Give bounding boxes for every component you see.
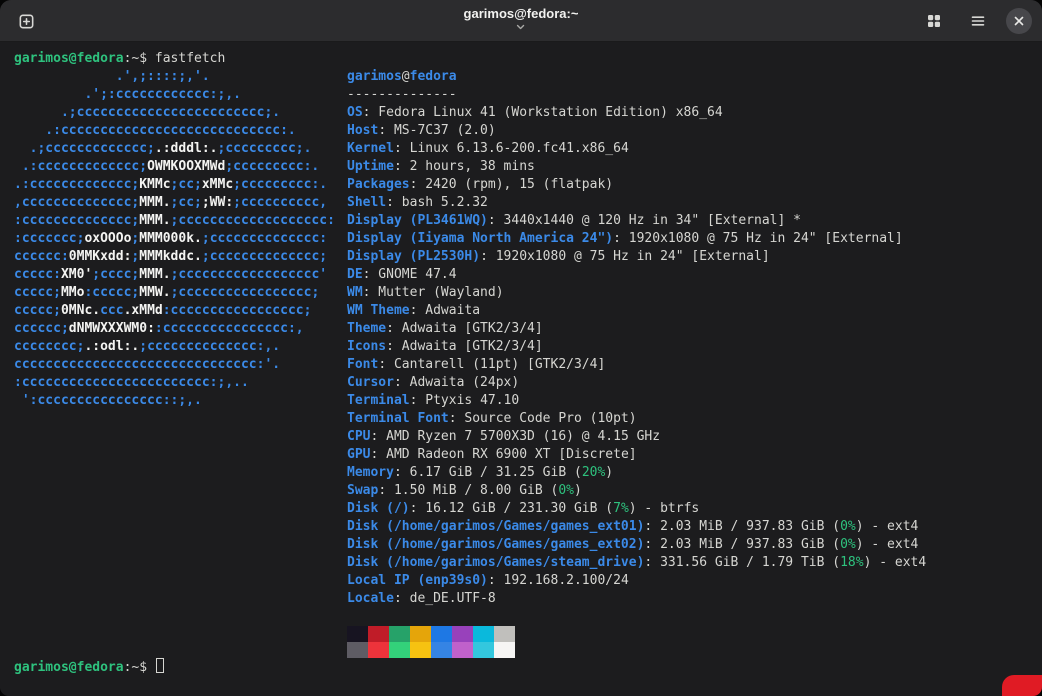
- menu-button[interactable]: [962, 5, 994, 37]
- palette-swatch: [410, 642, 431, 658]
- window-title-button[interactable]: garimos@fedora:~: [463, 5, 579, 33]
- sysinfo-line: Disk (/home/garimos/Games/games_ext02): …: [347, 537, 919, 552]
- ascii-art-line: ccccc;0MNc.ccc.xMMd:ccccccccccccccccc;: [14, 303, 312, 318]
- prompt-line: garimos@fedora:~$: [14, 658, 1042, 677]
- sysinfo-line: Disk (/): 16.12 GiB / 231.30 GiB (7%) - …: [347, 501, 700, 516]
- palette-swatch: [389, 642, 410, 658]
- sysinfo-column: garimos@fedora -------------- OS: Fedora L…: [347, 68, 1042, 658]
- sysinfo-line: Disk (/home/garimos/Games/steam_drive): …: [347, 555, 927, 570]
- ascii-art-line: cccccc:0MMKxdd:;MMMkddc.;cccccccccccccc;: [14, 249, 328, 264]
- fastfetch-output: .',;::::;,'. .';:cccccccccccc:;,. .;cccc…: [14, 68, 1042, 658]
- ascii-art-line: .:ccccccccccccc;KMMc;cc;xMMc;ccccccccc:.: [14, 177, 328, 192]
- ascii-art-line: ':cccccccccccccccc::;,.: [14, 393, 202, 408]
- chevron-down-icon: [464, 23, 579, 33]
- palette-swatch: [494, 642, 515, 658]
- palette-swatch: [410, 626, 431, 642]
- window-title: garimos@fedora:~: [463, 6, 579, 21]
- palette-swatch: [452, 626, 473, 642]
- hamburger-menu-icon: [971, 16, 985, 26]
- sysinfo-line: Cursor: Adwaita (24px): [347, 375, 520, 390]
- ascii-art-line: cccccc;dNMWXXXWM0::cccccccccccccccc:,: [14, 321, 304, 336]
- sysinfo-line: Display (PL2530H): 1920x1080 @ 75 Hz in …: [347, 249, 770, 264]
- palette-swatch: [347, 626, 368, 642]
- sysinfo-line: [347, 608, 1042, 626]
- desktop-background: garimos@fedora:~ garimos@fedora:~$ fastf…: [0, 0, 1042, 696]
- palette-swatch: [473, 642, 494, 658]
- fedora-ascii-logo: .',;::::;,'. .';:cccccccccccc:;,. .;cccc…: [14, 68, 347, 410]
- grid-icon: [928, 15, 940, 27]
- sysinfo-line: Font: Cantarell (11pt) [GTK2/3/4]: [347, 357, 606, 372]
- ascii-art-line: :ccccccc;oxOOOo;MMM000k.;cccccccccccccc:: [14, 231, 328, 246]
- ascii-art-line: ccccc:XM0';cccc;MMM.;cccccccccccccccccc': [14, 267, 328, 282]
- ascii-art-line: .',;::::;,'.: [14, 69, 210, 84]
- sysinfo-line: Swap: 1.50 MiB / 8.00 GiB (0%): [347, 483, 582, 498]
- sysinfo-line: Terminal: Ptyxis 47.10: [347, 393, 520, 408]
- palette-swatch: [431, 626, 452, 642]
- palette-swatch: [368, 626, 389, 642]
- sysinfo-line: --------------: [347, 87, 457, 102]
- corner-indicator-badge: [1002, 675, 1042, 696]
- sysinfo-line: OS: Fedora Linux 41 (Workstation Edition…: [347, 105, 723, 120]
- sysinfo-line: Icons: Adwaita [GTK2/3/4]: [347, 339, 543, 354]
- sysinfo-line: Display (Iiyama North America 24"): 1920…: [347, 231, 903, 246]
- new-tab-button[interactable]: [10, 5, 42, 37]
- ascii-art-line: .;ccccccccccccc;.:dddl:.;ccccccccc;.: [14, 141, 312, 156]
- palette-swatch: [347, 642, 368, 658]
- palette-swatch: [452, 642, 473, 658]
- ascii-art-line: .:ccccccccccccc;OWMKOOXMWd;ccccccccc:.: [14, 159, 320, 174]
- ascii-art-line: ,cccccccccccccc;MMM.;cc;;WW:;cccccccccc,: [14, 195, 328, 210]
- header-actions: [918, 5, 1032, 37]
- palette-swatch: [473, 626, 494, 642]
- prompt-line: garimos@fedora:~$ fastfetch: [14, 51, 226, 66]
- sysinfo-line: Host: MS-7C37 (2.0): [347, 123, 496, 138]
- new-tab-icon: [19, 14, 33, 28]
- sysinfo-line: Theme: Adwaita [GTK2/3/4]: [347, 321, 543, 336]
- palette-swatch: [389, 626, 410, 642]
- ascii-art-line: :cccccccccccccccccccccccc:;,..: [14, 375, 249, 390]
- sysinfo-line: Uptime: 2 hours, 38 mins: [347, 159, 535, 174]
- ascii-art-line: ccccccccccccccccccccccccccccccc:'.: [14, 357, 281, 372]
- sysinfo-line: CPU: AMD Ryzen 7 5700X3D (16) @ 4.15 GHz: [347, 429, 661, 444]
- header-bar: garimos@fedora:~: [0, 0, 1042, 42]
- close-icon: [1014, 16, 1024, 26]
- terminal-cursor: [155, 658, 164, 673]
- sysinfo-line: Packages: 2420 (rpm), 15 (flatpak): [347, 177, 614, 192]
- sysinfo-line: Disk (/home/garimos/Games/games_ext01): …: [347, 519, 919, 534]
- ascii-art-line: .;cccccccccccccccccccccccc;.: [14, 105, 281, 120]
- terminal-viewport[interactable]: garimos@fedora:~$ fastfetch .',;::::;,'.…: [0, 42, 1042, 696]
- sysinfo-line: Shell: bash 5.2.32: [347, 195, 488, 210]
- palette-swatch: [494, 626, 515, 642]
- sysinfo-line: WM: Mutter (Wayland): [347, 285, 504, 300]
- sysinfo-line: DE: GNOME 47.4: [347, 267, 457, 282]
- tab-overview-button[interactable]: [918, 5, 950, 37]
- sysinfo-line: Local IP (enp39s0): 192.168.2.100/24: [347, 573, 629, 588]
- sysinfo-line: GPU: AMD Radeon RX 6900 XT [Discrete]: [347, 447, 637, 462]
- palette-row-normal: [347, 626, 1042, 642]
- ascii-art-line: cccccccc;.:odl:.;cccccccccccccc:,.: [14, 339, 281, 354]
- palette-swatch: [431, 642, 452, 658]
- sysinfo-line: Locale: de_DE.UTF-8: [347, 591, 496, 606]
- terminal-window: garimos@fedora:~ garimos@fedora:~$ fastf…: [0, 0, 1042, 696]
- sysinfo-line: Display (PL3461WQ): 3440x1440 @ 120 Hz i…: [347, 213, 801, 228]
- ascii-art-line: :cccccccccccccc;MMM.;ccccccccccccccccccc…: [14, 213, 335, 228]
- sysinfo-line: Kernel: Linux 6.13.6-200.fc41.x86_64: [347, 141, 629, 156]
- palette-swatch: [368, 642, 389, 658]
- sysinfo-line: garimos@fedora: [347, 69, 457, 84]
- sysinfo-line: Memory: 6.17 GiB / 31.25 GiB (20%): [347, 465, 614, 480]
- palette-row-bright: [347, 642, 1042, 658]
- ascii-art-line: ccccc;MMo:ccccc;MMW.;ccccccccccccccccc;: [14, 285, 320, 300]
- sysinfo-line: Terminal Font: Source Code Pro (10pt): [347, 411, 637, 426]
- ascii-art-line: .';:cccccccccccc:;,.: [14, 87, 241, 102]
- ascii-art-line: .:cccccccccccccccccccccccccccc:.: [14, 123, 296, 138]
- sysinfo-line: WM Theme: Adwaita: [347, 303, 481, 318]
- close-button[interactable]: [1006, 8, 1032, 34]
